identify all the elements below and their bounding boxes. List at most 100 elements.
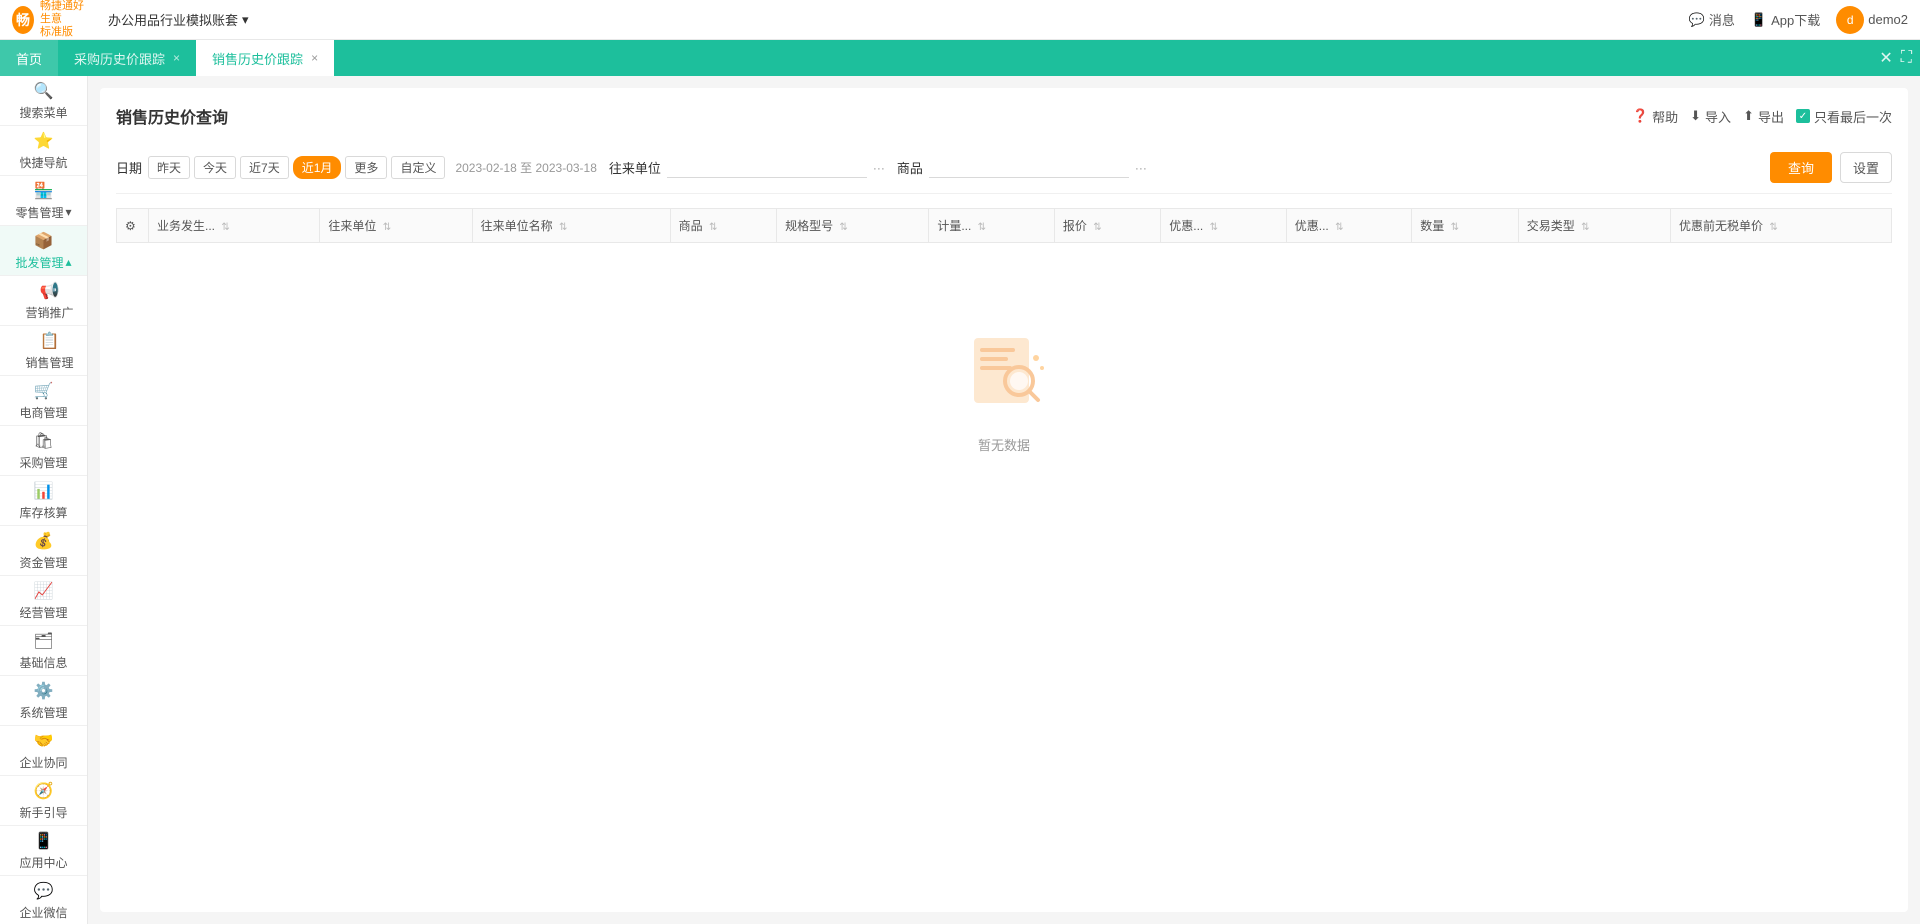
sidebar-item-sales-mgmt-label: 销售管理 — [25, 354, 73, 371]
app-download-icon: 📱 — [1751, 12, 1767, 28]
sidebar-item-operation[interactable]: 📈 经营管理 — [0, 576, 87, 626]
tab-purchase[interactable]: 采购历史价跟踪 × — [58, 40, 196, 76]
sidebar-item-system-label: 系统管理 — [19, 704, 67, 721]
query-button[interactable]: 查询 — [1770, 152, 1832, 183]
app-download-btn[interactable]: 📱 App下载 — [1751, 10, 1820, 29]
counterparty-dots: ··· — [873, 161, 885, 175]
retail-arrow-icon: ▾ — [65, 205, 71, 219]
message-label: 消息 — [1709, 10, 1735, 29]
th-discount2[interactable]: 优惠... ⇅ — [1286, 209, 1412, 243]
sidebar-item-guide[interactable]: 🧭 新手引导 — [0, 776, 87, 826]
tab-home[interactable]: 首页 — [0, 40, 58, 76]
sidebar: 🔍 搜索菜单 ⭐ 快捷导航 🏪 零售管理 ▾ 📦 批发管理 ▴ 📢 营销推广 — [0, 76, 88, 924]
date-range-text: 2023-02-18 至 2023-03-18 — [455, 159, 596, 176]
export-btn[interactable]: ⬆ 导出 — [1743, 107, 1784, 126]
sales-mgmt-icon: 📋 — [40, 331, 60, 351]
sort-icon-pre-tax-price: ⇅ — [1769, 222, 1777, 233]
date-buttons: 昨天 今天 近7天 近1月 更多 自定义 — [148, 156, 445, 179]
th-gear[interactable]: ⚙ — [117, 209, 149, 243]
help-icon: ❓ — [1632, 108, 1648, 124]
sidebar-item-system[interactable]: ⚙️ 系统管理 — [0, 676, 87, 726]
sort-icon-counterparty: ⇅ — [383, 222, 391, 233]
tab-bar: 首页 采购历史价跟踪 × 销售历史价跟踪 × ✕ ⛶ — [0, 40, 1920, 76]
sidebar-item-app-center[interactable]: 📱 应用中心 — [0, 826, 87, 876]
empty-text: 暂无数据 — [978, 435, 1030, 454]
sidebar-item-basic-label: 基础信息 — [19, 654, 67, 671]
tab-maximize-btn[interactable]: ⛶ — [1901, 49, 1912, 67]
sort-icon-counterparty-name: ⇅ — [559, 222, 567, 233]
sales-tab-close[interactable]: × — [311, 51, 318, 65]
goods-input[interactable] — [929, 158, 1129, 178]
chevron-down-icon: ▾ — [242, 12, 249, 28]
counterparty-input[interactable] — [667, 158, 867, 178]
wholesale-arrow-icon: ▴ — [65, 255, 71, 269]
tab-sales[interactable]: 销售历史价跟踪 × — [196, 40, 334, 76]
header-left: 畅 畅捷通好生意 标准版 办公用品行业模拟账套 ▾ — [12, 0, 257, 39]
th-counterparty[interactable]: 往来单位 ⇅ — [320, 209, 472, 243]
page-container: 销售历史价查询 ❓ 帮助 ⬇ 导入 ⬆ 导出 ✓ — [100, 88, 1908, 912]
date-btn-1month[interactable]: 近1月 — [293, 156, 342, 179]
sort-icon-goods: ⇅ — [709, 222, 717, 233]
th-discount1[interactable]: 优惠... ⇅ — [1161, 209, 1287, 243]
header-right: 💬 消息 📱 App下载 d demo2 — [1689, 6, 1908, 34]
empty-state-row: 暂无数据 — [117, 243, 1892, 535]
tab-close-all-btn[interactable]: ✕ — [1879, 48, 1892, 68]
sidebar-item-marketing[interactable]: 📢 营销推广 — [0, 276, 87, 326]
logo-text: 畅捷通好生意 标准版 — [40, 0, 92, 39]
user-area[interactable]: d demo2 — [1836, 6, 1908, 34]
sidebar-item-sales-mgmt[interactable]: 📋 销售管理 — [0, 326, 87, 376]
sales-tab-label: 销售历史价跟踪 — [212, 49, 303, 68]
only-last-label: 只看最后一次 — [1814, 107, 1892, 126]
goods-filter-label: 商品 — [897, 158, 923, 177]
date-btn-7days[interactable]: 近7天 — [240, 156, 289, 179]
only-last-checkbox[interactable]: ✓ — [1796, 109, 1810, 123]
purchase-icon: 🛍 — [33, 431, 53, 451]
sidebar-item-enterprise[interactable]: 🤝 企业协同 — [0, 726, 87, 776]
th-goods[interactable]: 商品 ⇅ — [670, 209, 776, 243]
sidebar-item-search-menu[interactable]: 🔍 搜索菜单 — [0, 76, 87, 126]
sidebar-item-ecommerce[interactable]: 🛒 电商管理 — [0, 376, 87, 426]
goods-filter-group: 商品 ··· — [897, 158, 1147, 178]
content-area: 销售历史价查询 ❓ 帮助 ⬇ 导入 ⬆ 导出 ✓ — [88, 76, 1920, 924]
settings-button[interactable]: 设置 — [1840, 152, 1892, 183]
sidebar-item-quick-nav[interactable]: ⭐ 快捷导航 — [0, 126, 87, 176]
sidebar-item-finance[interactable]: 💰 资金管理 — [0, 526, 87, 576]
enterprise-wechat-icon: 💬 — [34, 881, 54, 901]
tab-bar-right: ✕ ⛶ — [1879, 48, 1920, 68]
import-label: 导入 — [1705, 107, 1731, 126]
help-btn[interactable]: ❓ 帮助 — [1632, 107, 1678, 126]
message-btn[interactable]: 💬 消息 — [1689, 10, 1735, 29]
purchase-tab-close[interactable]: × — [173, 51, 180, 65]
import-btn[interactable]: ⬇ 导入 — [1690, 107, 1731, 126]
export-icon: ⬆ — [1743, 108, 1754, 124]
workspace-selector[interactable]: 办公用品行业模拟账套 ▾ — [100, 6, 257, 33]
sidebar-item-enterprise-wechat[interactable]: 💬 企业微信 — [0, 876, 87, 924]
page-title: 销售历史价查询 — [116, 104, 228, 128]
only-last-toggle[interactable]: ✓ 只看最后一次 — [1796, 107, 1892, 126]
th-spec[interactable]: 规格型号 ⇅ — [777, 209, 929, 243]
sort-icon-discount2: ⇅ — [1335, 222, 1343, 233]
sidebar-item-inventory[interactable]: 📊 库存核算 — [0, 476, 87, 526]
sidebar-item-ecommerce-label: 电商管理 — [19, 404, 67, 421]
table-header-row: ⚙ 业务发生... ⇅ 往来单位 ⇅ 往来单位名称 — [117, 209, 1892, 243]
sidebar-item-purchase[interactable]: 🛍 采购管理 — [0, 426, 87, 476]
sidebar-item-guide-label: 新手引导 — [19, 804, 67, 821]
sidebar-item-retail[interactable]: 🏪 零售管理 ▾ — [0, 176, 87, 226]
th-pre-tax-price[interactable]: 优惠前无税单价 ⇅ — [1670, 209, 1891, 243]
date-btn-today[interactable]: 今天 — [194, 156, 236, 179]
th-biz-date[interactable]: 业务发生... ⇅ — [149, 209, 320, 243]
th-qty[interactable]: 数量 ⇅ — [1412, 209, 1518, 243]
th-trade-type[interactable]: 交易类型 ⇅ — [1518, 209, 1670, 243]
date-btn-yesterday[interactable]: 昨天 — [148, 156, 190, 179]
sort-icon-qty: ⇅ — [1451, 222, 1459, 233]
marketing-icon: 📢 — [40, 281, 60, 301]
system-icon: ⚙️ — [34, 681, 54, 701]
th-quote[interactable]: 报价 ⇅ — [1054, 209, 1160, 243]
sidebar-item-wholesale[interactable]: 📦 批发管理 ▴ — [0, 226, 87, 276]
date-btn-more[interactable]: 更多 — [345, 156, 387, 179]
sidebar-item-enterprise-label: 企业协同 — [19, 754, 67, 771]
sidebar-item-basic[interactable]: 🗂 基础信息 — [0, 626, 87, 676]
th-unit[interactable]: 计量... ⇅ — [929, 209, 1055, 243]
date-btn-custom[interactable]: 自定义 — [391, 156, 445, 179]
th-counterparty-name[interactable]: 往来单位名称 ⇅ — [472, 209, 670, 243]
